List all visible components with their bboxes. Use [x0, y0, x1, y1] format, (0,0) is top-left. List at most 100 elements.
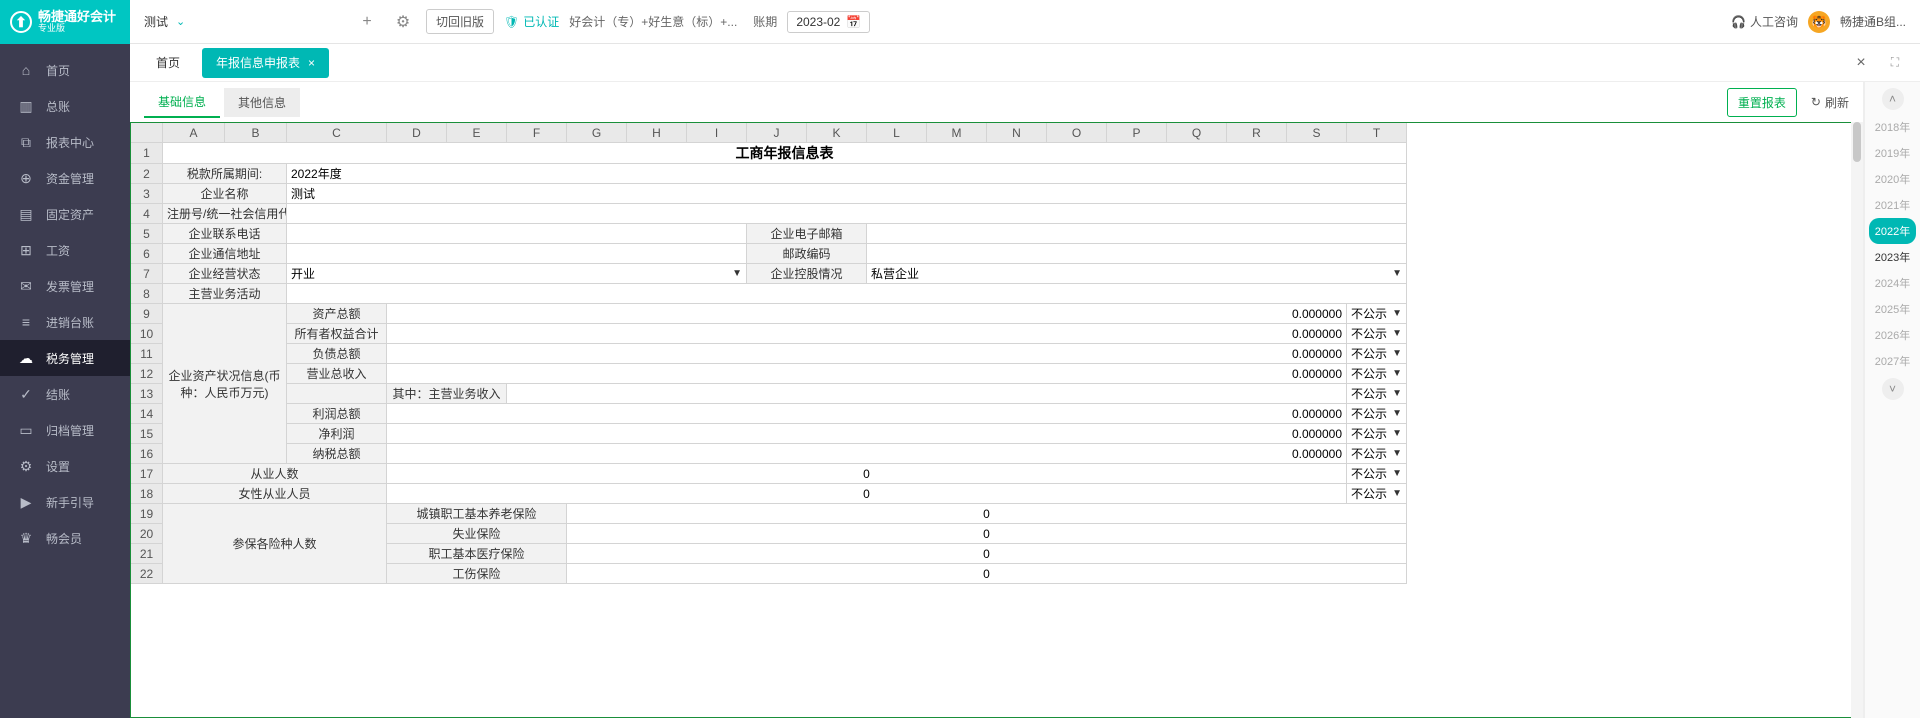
cell[interactable]: 利润总额 — [287, 404, 387, 424]
company-selector[interactable]: 测试 ⌄ — [144, 13, 344, 30]
row-header[interactable]: 2 — [131, 164, 163, 184]
column-header[interactable]: J — [747, 123, 807, 143]
nav-item[interactable]: ▭归档管理 — [0, 412, 130, 448]
cell[interactable]: 职工基本医疗保险 — [387, 544, 567, 564]
cell[interactable]: 0 — [567, 564, 1407, 584]
column-header[interactable]: A — [163, 123, 225, 143]
cell[interactable]: 参保各险种人数 — [163, 504, 387, 584]
year-up-icon[interactable]: ˄ — [1882, 88, 1904, 110]
nav-item[interactable]: ▥总账 — [0, 88, 130, 124]
cell[interactable]: 主营业务活动 — [163, 284, 287, 304]
row-header[interactable]: 1 — [131, 143, 163, 164]
nav-item[interactable]: ✉发票管理 — [0, 268, 130, 304]
column-header[interactable]: K — [807, 123, 867, 143]
switch-old-button[interactable]: 切回旧版 — [426, 9, 494, 34]
consult-link[interactable]: 🎧 人工咨询 — [1731, 13, 1798, 30]
nav-item[interactable]: ▤固定资产 — [0, 196, 130, 232]
column-header[interactable]: P — [1107, 123, 1167, 143]
row-header[interactable]: 18 — [131, 484, 163, 504]
cell[interactable]: 企业通信地址 — [163, 244, 287, 264]
close-icon[interactable]: × — [308, 56, 315, 70]
cell[interactable]: 营业总收入 — [287, 364, 387, 384]
cell[interactable]: 0 — [387, 484, 1347, 504]
tab-annual-report[interactable]: 年报信息申报表 × — [202, 48, 329, 78]
cell[interactable] — [287, 204, 1407, 224]
cell[interactable]: 0 — [567, 544, 1407, 564]
row-header[interactable]: 3 — [131, 184, 163, 204]
gear-icon[interactable]: ⚙ — [390, 9, 416, 35]
nav-item[interactable]: ⧉报表中心 — [0, 124, 130, 160]
cell[interactable] — [867, 224, 1407, 244]
avatar[interactable]: 🐯 — [1808, 11, 1830, 33]
column-header[interactable]: M — [927, 123, 987, 143]
column-header[interactable]: Q — [1167, 123, 1227, 143]
cell[interactable]: 0.000000 — [387, 304, 1347, 324]
cell[interactable]: 不公示▼ — [1347, 404, 1407, 424]
nav-item[interactable]: ✓结账 — [0, 376, 130, 412]
year-item[interactable]: 2023年 — [1869, 244, 1916, 270]
row-header[interactable]: 8 — [131, 284, 163, 304]
close-all-icon[interactable]: × — [1848, 50, 1874, 76]
cell[interactable]: 不公示▼ — [1347, 424, 1407, 444]
cell[interactable]: 不公示▼ — [1347, 384, 1407, 404]
row-header[interactable]: 12 — [131, 364, 163, 384]
cell[interactable]: 0.000000 — [387, 364, 1347, 384]
row-header[interactable]: 22 — [131, 564, 163, 584]
row-header[interactable]: 9 — [131, 304, 163, 324]
cell[interactable]: 纳税总额 — [287, 444, 387, 464]
nav-item[interactable]: ⊕资金管理 — [0, 160, 130, 196]
column-header[interactable]: F — [507, 123, 567, 143]
nav-item[interactable]: ♛畅会员 — [0, 520, 130, 556]
row-header[interactable]: 4 — [131, 204, 163, 224]
cell[interactable]: 0.000000 — [387, 344, 1347, 364]
cell[interactable]: 0.000000 — [387, 404, 1347, 424]
year-down-icon[interactable]: ˅ — [1882, 378, 1904, 400]
period-selector[interactable]: 2023-02 📅 — [787, 11, 870, 33]
cell[interactable]: 其中：主营业务收入 — [387, 384, 507, 404]
column-header[interactable]: H — [627, 123, 687, 143]
year-item[interactable]: 2021年 — [1869, 192, 1916, 218]
cell[interactable]: 不公示▼ — [1347, 324, 1407, 344]
cell[interactable]: 不公示▼ — [1347, 304, 1407, 324]
cell[interactable]: 从业人数 — [163, 464, 387, 484]
cell[interactable]: 私营企业▼ — [867, 264, 1407, 284]
subtab-basic[interactable]: 基础信息 — [144, 87, 220, 118]
cell[interactable]: 邮政编码 — [747, 244, 867, 264]
year-item[interactable]: 2024年 — [1869, 270, 1916, 296]
cell[interactable]: 所有者权益合计 — [287, 324, 387, 344]
row-header[interactable]: 15 — [131, 424, 163, 444]
cell[interactable]: 企业经营状态 — [163, 264, 287, 284]
cell[interactable]: 税款所属期间: — [163, 164, 287, 184]
subtab-other[interactable]: 其他信息 — [224, 88, 300, 117]
cell[interactable]: 企业资产状况信息(币种：人民币万元) — [163, 304, 287, 464]
year-item[interactable]: 2018年 — [1869, 114, 1916, 140]
cell[interactable]: 资产总额 — [287, 304, 387, 324]
cell[interactable]: 工商年报信息表 — [163, 143, 1407, 164]
row-header[interactable]: 7 — [131, 264, 163, 284]
row-header[interactable]: 21 — [131, 544, 163, 564]
cell[interactable] — [287, 284, 1407, 304]
cell[interactable]: 女性从业人员 — [163, 484, 387, 504]
row-header[interactable]: 16 — [131, 444, 163, 464]
cell[interactable]: 测试 — [287, 184, 1407, 204]
column-header[interactable]: D — [387, 123, 447, 143]
row-header[interactable]: 19 — [131, 504, 163, 524]
cell[interactable]: 0.000000 — [387, 424, 1347, 444]
column-header[interactable]: E — [447, 123, 507, 143]
cell[interactable]: 0.000000 — [387, 324, 1347, 344]
nav-item[interactable]: ≡进销台账 — [0, 304, 130, 340]
nav-item[interactable]: ▶新手引导 — [0, 484, 130, 520]
cell[interactable]: 城镇职工基本养老保险 — [387, 504, 567, 524]
year-item[interactable]: 2025年 — [1869, 296, 1916, 322]
row-header[interactable]: 11 — [131, 344, 163, 364]
nav-item[interactable]: ☁税务管理 — [0, 340, 130, 376]
year-item[interactable]: 2019年 — [1869, 140, 1916, 166]
nav-item[interactable]: ⊞工资 — [0, 232, 130, 268]
refresh-button[interactable]: ↻ 刷新 — [1811, 94, 1849, 111]
year-item[interactable]: 2020年 — [1869, 166, 1916, 192]
expand-icon[interactable]: ⛶ — [1882, 50, 1908, 76]
cell[interactable]: 0 — [567, 504, 1407, 524]
cell[interactable]: 2022年度 — [287, 164, 1407, 184]
column-header[interactable]: I — [687, 123, 747, 143]
cell[interactable]: 不公示▼ — [1347, 484, 1407, 504]
